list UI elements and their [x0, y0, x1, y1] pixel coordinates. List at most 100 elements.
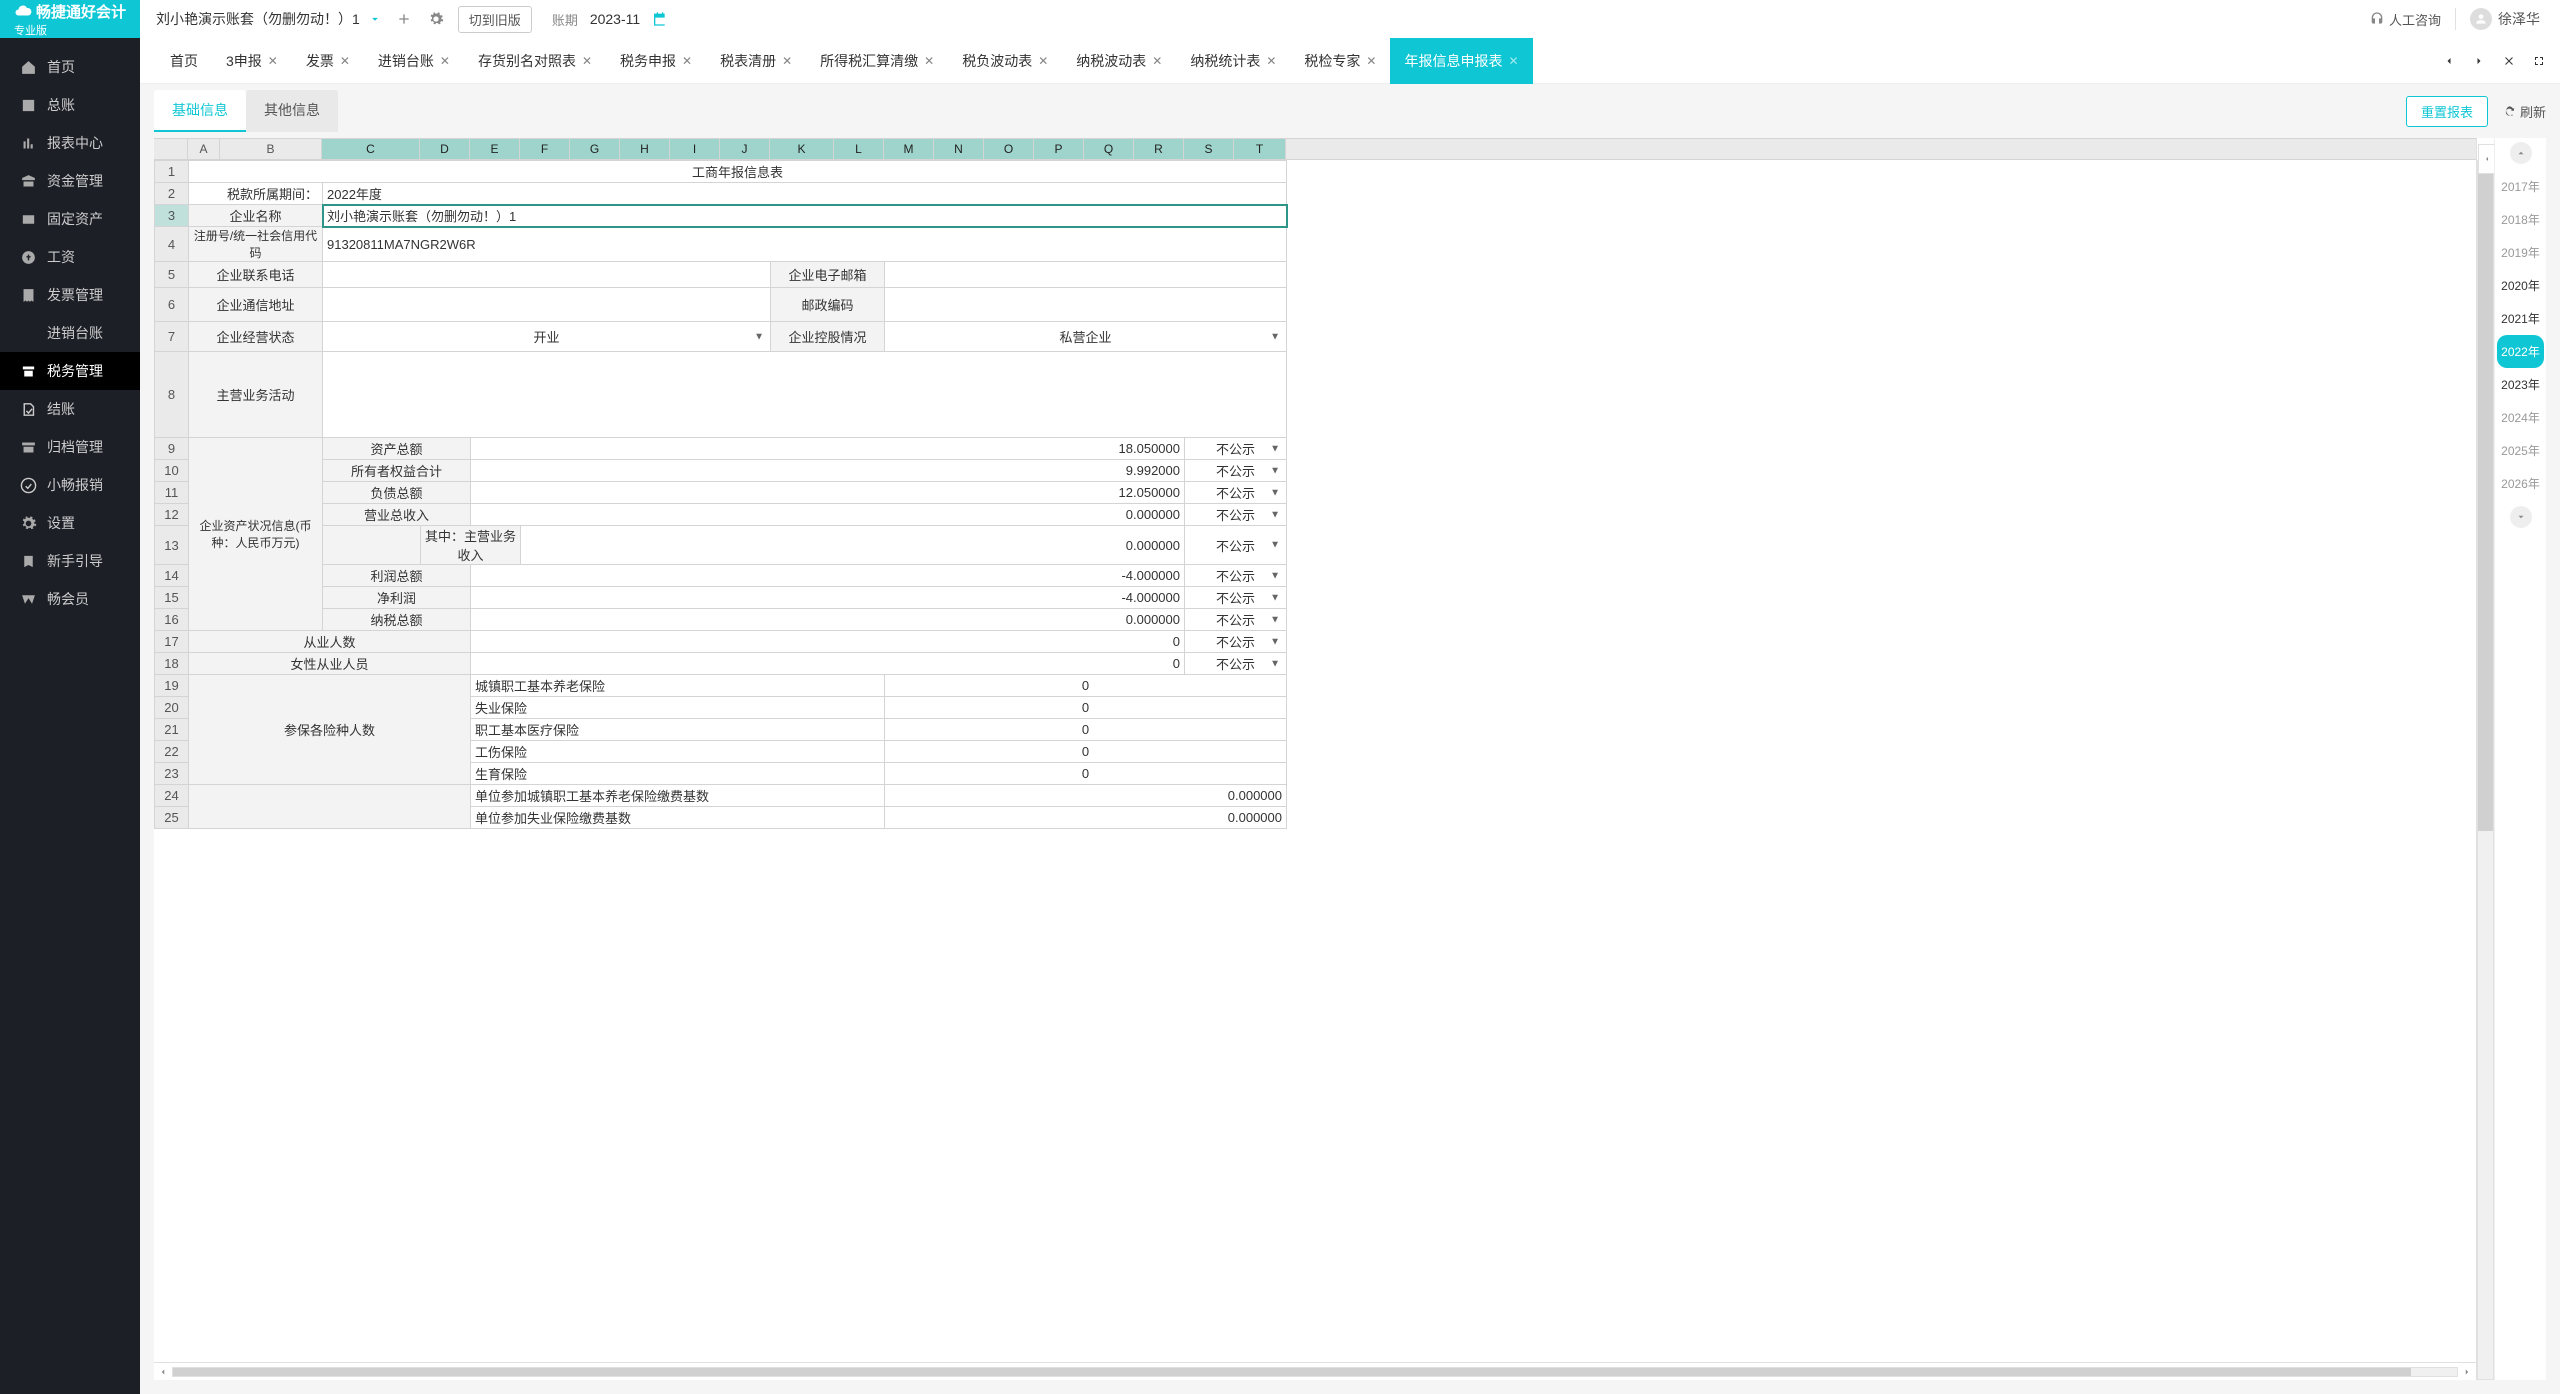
- main-biz-value[interactable]: [323, 352, 1287, 438]
- fin-value[interactable]: 9.992000: [471, 460, 1185, 482]
- col-head-L[interactable]: L: [834, 139, 884, 159]
- tab-年报信息申报表[interactable]: 年报信息申报表✕: [1390, 38, 1532, 84]
- sidebar-item-salary[interactable]: 工资: [0, 238, 140, 276]
- sidebar-item-psi[interactable]: 进销台账: [0, 314, 140, 352]
- reg-code-value[interactable]: 91320811MA7NGR2W6R: [323, 227, 1287, 262]
- tab-首页[interactable]: 首页: [156, 38, 212, 84]
- row-head[interactable]: 12: [155, 504, 189, 526]
- company-name-value[interactable]: 刘小艳演示账套（勿删勿动！）1: [323, 205, 1287, 227]
- refresh-button[interactable]: 刷新: [2502, 102, 2546, 121]
- col-head-Q[interactable]: Q: [1084, 139, 1134, 159]
- tab-纳税波动表[interactable]: 纳税波动表✕: [1062, 38, 1176, 84]
- account-selector[interactable]: 刘小艳演示账套（勿删勿动！）1: [156, 9, 382, 29]
- tab-发票[interactable]: 发票✕: [292, 38, 364, 84]
- col-head-B[interactable]: B: [220, 139, 322, 159]
- close-icon[interactable]: ✕: [1038, 54, 1048, 68]
- col-head-M[interactable]: M: [884, 139, 934, 159]
- year-2023年[interactable]: 2023年: [2497, 368, 2544, 401]
- close-icon[interactable]: ✕: [1366, 54, 1376, 68]
- row-head[interactable]: 9: [155, 438, 189, 460]
- corner-cell[interactable]: [154, 139, 188, 159]
- col-head-S[interactable]: S: [1184, 139, 1234, 159]
- contrib-value[interactable]: 0.000000: [885, 807, 1287, 829]
- consult-link[interactable]: 人工咨询: [2369, 10, 2441, 29]
- year-2021年[interactable]: 2021年: [2497, 302, 2544, 335]
- row-head[interactable]: 14: [155, 565, 189, 587]
- row-head[interactable]: 5: [155, 262, 189, 288]
- close-icon[interactable]: ✕: [782, 54, 792, 68]
- phone-value[interactable]: [323, 262, 771, 288]
- sidebar-item-fund[interactable]: 资金管理: [0, 162, 140, 200]
- holding-value[interactable]: 私营企业▼: [885, 322, 1287, 352]
- row-head[interactable]: 19: [155, 675, 189, 697]
- vscroll-track[interactable]: [2477, 160, 2494, 1380]
- email-value[interactable]: [885, 262, 1287, 288]
- year-scroll-down[interactable]: [2510, 506, 2532, 528]
- sub-tab-other[interactable]: 其他信息: [246, 90, 338, 132]
- publish-select[interactable]: 不公示▼: [1185, 587, 1287, 609]
- sidebar-item-settings[interactable]: 设置: [0, 504, 140, 542]
- publish-select[interactable]: 不公示▼: [1185, 653, 1287, 675]
- sidebar-item-guide[interactable]: 新手引导: [0, 542, 140, 580]
- close-icon[interactable]: ✕: [1266, 54, 1276, 68]
- user-menu[interactable]: 徐泽华: [2470, 8, 2540, 30]
- ins-value[interactable]: 0: [885, 719, 1287, 741]
- calendar-icon[interactable]: [652, 11, 668, 27]
- col-head-O[interactable]: O: [984, 139, 1034, 159]
- col-head-N[interactable]: N: [934, 139, 984, 159]
- row-head[interactable]: 7: [155, 322, 189, 352]
- fin-value[interactable]: 0.000000: [471, 504, 1185, 526]
- hscroll-track[interactable]: [172, 1367, 2458, 1377]
- year-2020年[interactable]: 2020年: [2497, 269, 2544, 302]
- tab-纳税统计表[interactable]: 纳税统计表✕: [1176, 38, 1290, 84]
- publish-select[interactable]: 不公示▼: [1185, 631, 1287, 653]
- fin-value[interactable]: 0.000000: [471, 609, 1185, 631]
- close-icon[interactable]: ✕: [268, 54, 278, 68]
- row-head[interactable]: 25: [155, 807, 189, 829]
- row-head[interactable]: 3: [155, 205, 189, 227]
- row-head[interactable]: 21: [155, 719, 189, 741]
- tab-税表清册[interactable]: 税表清册✕: [706, 38, 806, 84]
- sidebar-item-archive[interactable]: 归档管理: [0, 428, 140, 466]
- address-value[interactable]: [323, 288, 771, 322]
- sub-tab-basic[interactable]: 基础信息: [154, 90, 246, 132]
- publish-select[interactable]: 不公示▼: [1185, 526, 1287, 565]
- col-head-K[interactable]: K: [770, 139, 834, 159]
- row-head[interactable]: 8: [155, 352, 189, 438]
- tabs-close-all[interactable]: [2496, 48, 2522, 74]
- publish-select[interactable]: 不公示▼: [1185, 609, 1287, 631]
- publish-select[interactable]: 不公示▼: [1185, 460, 1287, 482]
- sidebar-item-tax[interactable]: 税务管理: [0, 352, 140, 390]
- fin-value[interactable]: 0.000000: [521, 526, 1185, 565]
- tab-税务申报[interactable]: 税务申报✕: [606, 38, 706, 84]
- sidebar-item-promo[interactable]: 小畅报销: [0, 466, 140, 504]
- col-head-T[interactable]: T: [1234, 139, 1286, 159]
- row-head[interactable]: 24: [155, 785, 189, 807]
- postcode-value[interactable]: [885, 288, 1287, 322]
- op-status-value[interactable]: 开业▼: [323, 322, 771, 352]
- close-icon[interactable]: ✕: [924, 54, 934, 68]
- row-head[interactable]: 23: [155, 763, 189, 785]
- sidebar-item-member[interactable]: 畅会员: [0, 580, 140, 618]
- tab-税检专家[interactable]: 税检专家✕: [1290, 38, 1390, 84]
- ins-value[interactable]: 0: [885, 741, 1287, 763]
- publish-select[interactable]: 不公示▼: [1185, 504, 1287, 526]
- row-head[interactable]: 1: [155, 161, 189, 183]
- col-head-R[interactable]: R: [1134, 139, 1184, 159]
- close-icon[interactable]: ✕: [582, 54, 592, 68]
- sidebar-item-close[interactable]: 结账: [0, 390, 140, 428]
- contrib-value[interactable]: 0.000000: [885, 785, 1287, 807]
- row-head[interactable]: 4: [155, 227, 189, 262]
- tab-3申报[interactable]: 3申报✕: [212, 38, 292, 84]
- publish-select[interactable]: 不公示▼: [1185, 482, 1287, 504]
- row-head[interactable]: 15: [155, 587, 189, 609]
- tabs-next[interactable]: [2466, 48, 2492, 74]
- vscroll-thumb[interactable]: [2478, 161, 2493, 831]
- col-head-J[interactable]: J: [720, 139, 770, 159]
- col-head-P[interactable]: P: [1034, 139, 1084, 159]
- row-head[interactable]: 16: [155, 609, 189, 631]
- tab-税负波动表[interactable]: 税负波动表✕: [948, 38, 1062, 84]
- sidebar-item-invoice[interactable]: 发票管理: [0, 276, 140, 314]
- row-head[interactable]: 20: [155, 697, 189, 719]
- tab-进销台账[interactable]: 进销台账✕: [364, 38, 464, 84]
